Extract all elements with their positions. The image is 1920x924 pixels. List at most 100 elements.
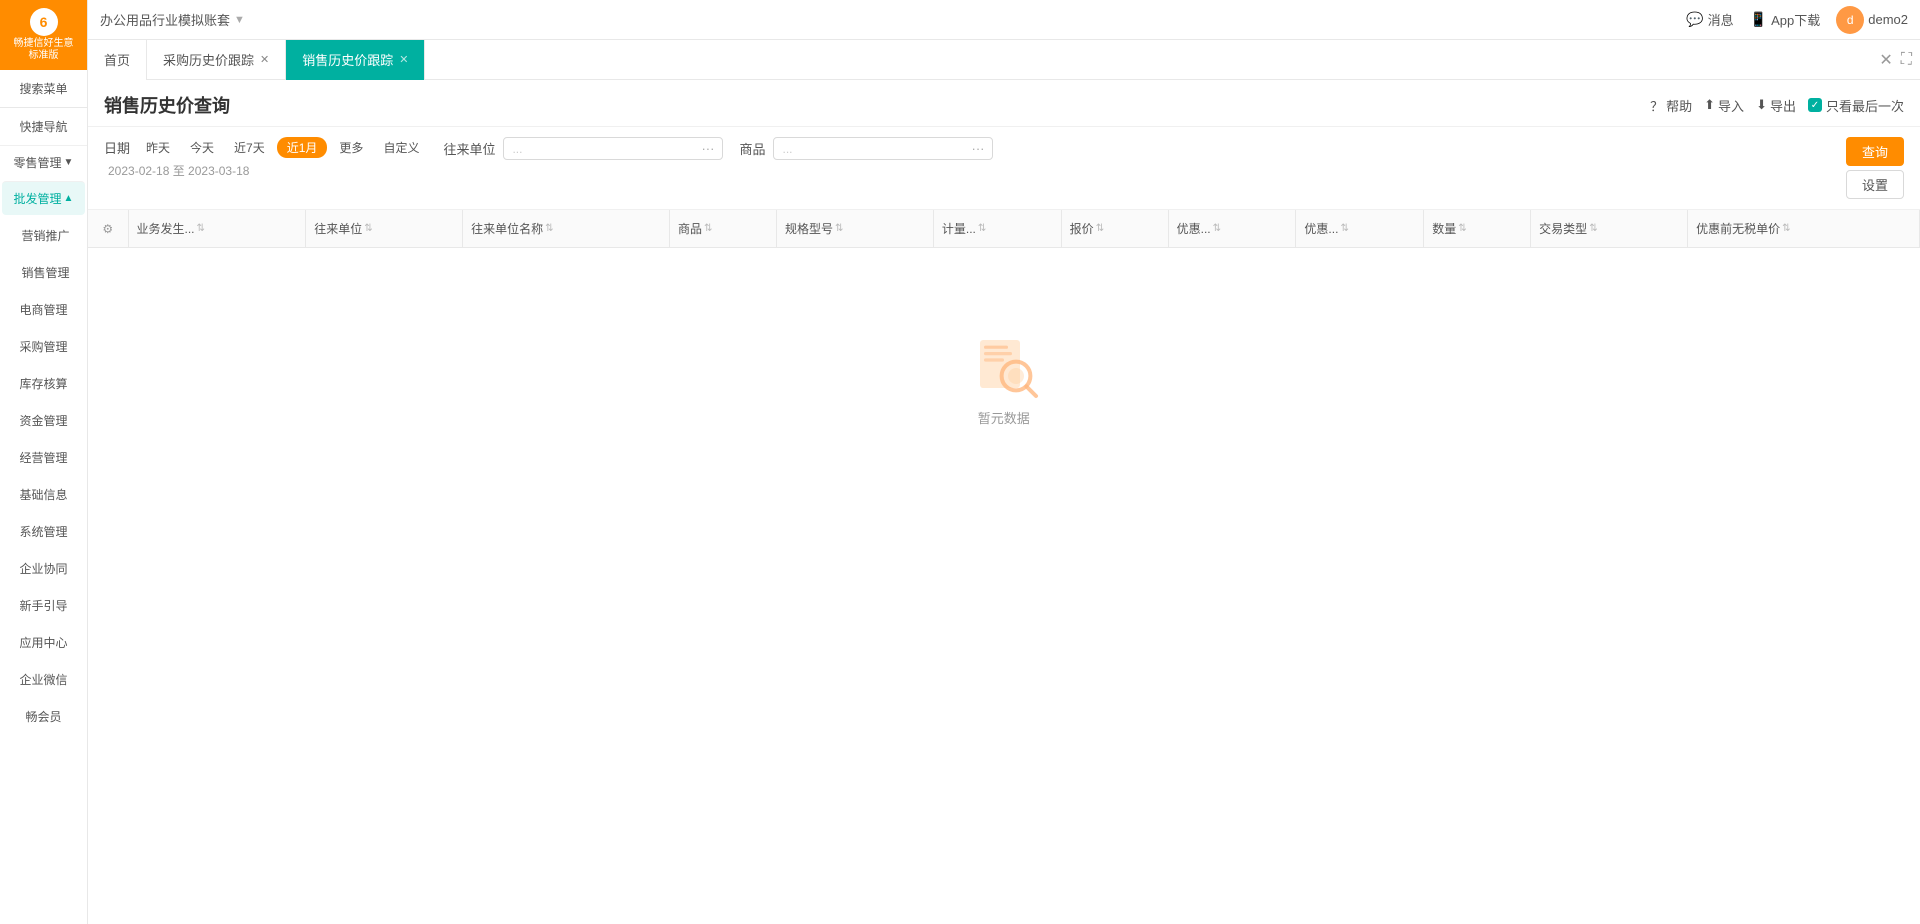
close-icon[interactable]: ✕	[260, 53, 269, 66]
tab-home[interactable]: 首页	[88, 40, 147, 80]
user-menu[interactable]: d demo2	[1836, 6, 1908, 34]
sidebar-item-label: 库存核算	[4, 375, 83, 392]
export-label: 导出	[1770, 96, 1796, 115]
app-logo[interactable]: 6 畅捷信好生意 标准版	[0, 0, 87, 70]
th-pre-tax-price-label: 优惠前无税单价	[1696, 220, 1780, 237]
product-placeholder: ...	[782, 142, 792, 156]
th-spec-label: 规格型号	[785, 220, 833, 237]
sidebar-item-purchase-mgmt[interactable]: 采购管理	[0, 328, 87, 365]
sidebar-item-system-mgmt[interactable]: 系统管理	[0, 513, 87, 550]
table-container: ⚙ 业务发生... ⇅ 往来单位	[88, 210, 1920, 507]
th-partner-name-label: 往来单位名称	[471, 220, 543, 237]
sort-icon: ⇅	[1458, 223, 1466, 234]
search-button[interactable]: 查询	[1846, 137, 1904, 166]
sidebar-item-quick-nav[interactable]: 快捷导航	[0, 108, 87, 145]
th-discount1[interactable]: 优惠... ⇅	[1168, 210, 1296, 248]
sidebar-item-enterprise-collab[interactable]: 企业协同	[0, 550, 87, 587]
date-btn-1month[interactable]: 近1月	[277, 137, 328, 158]
sidebar-item-basic-info[interactable]: 基础信息	[0, 476, 87, 513]
sidebar-item-label: 基础信息	[4, 486, 83, 503]
sidebar-item-finance-mgmt[interactable]: 资金管理	[0, 402, 87, 439]
sort-icon: ⇅	[1782, 223, 1790, 234]
avatar: d	[1836, 6, 1864, 34]
sidebar-item-label: 资金管理	[4, 412, 83, 429]
th-pre-tax-price[interactable]: 优惠前无税单价 ⇅	[1688, 210, 1920, 248]
sidebar-item-operations-mgmt[interactable]: 经营管理	[0, 439, 87, 476]
sidebar-item-new-guide[interactable]: 新手引导	[0, 587, 87, 624]
th-spec[interactable]: 规格型号 ⇅	[776, 210, 933, 248]
topbar-left: 办公用品行业模拟账套 ▼	[100, 10, 245, 29]
th-product-label: 商品	[678, 220, 702, 237]
page-header: 销售历史价查询 ？ 帮助 ⬆ 导入 ⬇ 导出	[88, 80, 1920, 127]
help-label: 帮助	[1666, 96, 1692, 115]
company-dropdown[interactable]: 办公用品行业模拟账套 ▼	[100, 10, 245, 29]
app-download-button[interactable]: 📱 App下载	[1750, 10, 1821, 29]
sidebar-item-vip-member[interactable]: 畅会员	[0, 698, 87, 735]
sidebar-item-label: 企业微信	[4, 671, 83, 688]
date-btn-more[interactable]: 更多	[331, 137, 371, 158]
close-icon[interactable]: ✕	[399, 53, 408, 66]
app-name: 畅捷信好生意	[14, 38, 74, 50]
tab-purchase-history[interactable]: 采购历史价跟踪 ✕	[147, 40, 286, 80]
sort-icon: ⇅	[364, 223, 372, 234]
close-tab-button[interactable]: ✕	[1879, 50, 1892, 70]
settings-button[interactable]: 设置	[1846, 170, 1904, 199]
only-last-checkbox[interactable]: 只看最后一次	[1808, 96, 1904, 115]
th-partner-code[interactable]: 往来单位 ⇅	[306, 210, 463, 248]
sidebar-item-sales-mgmt[interactable]: 销售管理	[0, 254, 87, 291]
date-btn-yesterday[interactable]: 昨天	[138, 137, 178, 158]
table-header-row: ⚙ 业务发生... ⇅ 往来单位	[88, 210, 1920, 248]
sidebar-item-label: 采购管理	[4, 338, 83, 355]
fullscreen-button[interactable]: ⛶	[1901, 51, 1912, 69]
page-title: 销售历史价查询	[104, 92, 230, 118]
product-input[interactable]: ... ···	[773, 137, 993, 160]
sidebar-item-enterprise-wechat[interactable]: 企业微信	[0, 661, 87, 698]
date-btn-today[interactable]: 今天	[182, 137, 222, 158]
tab-home-label: 首页	[104, 50, 130, 69]
sidebar-item-retail-mgmt[interactable]: 零售管理 ▼	[0, 145, 87, 179]
date-btn-custom[interactable]: 自定义	[375, 137, 427, 158]
th-unit[interactable]: 计量... ⇅	[933, 210, 1061, 248]
sidebar-item-inventory[interactable]: 库存核算	[0, 365, 87, 402]
help-button[interactable]: ？ 帮助	[1650, 96, 1692, 115]
gear-icon[interactable]: ⚙	[102, 222, 113, 236]
topbar: 办公用品行业模拟账套 ▼ 💬 消息 📱 App下载 d demo2	[88, 0, 1920, 40]
message-button[interactable]: 💬 消息	[1686, 10, 1733, 29]
table-body: 暂元数据	[88, 248, 1920, 508]
date-buttons: 昨天 今天 近7天 近1月 更多 自定义	[138, 137, 427, 158]
th-settings[interactable]: ⚙	[88, 210, 128, 248]
sidebar-item-app-center[interactable]: 应用中心	[0, 624, 87, 661]
th-discount1-label: 优惠...	[1177, 220, 1211, 237]
th-trade-type[interactable]: 交易类型 ⇅	[1531, 210, 1688, 248]
th-quote[interactable]: 报价 ⇅	[1061, 210, 1168, 248]
th-partner-code-label: 往来单位	[314, 220, 362, 237]
sidebar-item-ecommerce-mgmt[interactable]: 电商管理	[0, 291, 87, 328]
partner-filter-label: 往来单位	[443, 139, 495, 158]
sidebar-item-marketing[interactable]: 营销推广	[0, 217, 87, 254]
th-biz-date[interactable]: 业务发生... ⇅	[128, 210, 306, 248]
th-discount2[interactable]: 优惠... ⇅	[1296, 210, 1424, 248]
import-button[interactable]: ⬆ 导入	[1704, 96, 1744, 115]
sidebar-item-wholesale-mgmt[interactable]: 批发管理 ▲	[2, 181, 85, 215]
empty-text: 暂元数据	[978, 408, 1030, 427]
partner-placeholder: ...	[512, 142, 522, 156]
import-icon: ⬆	[1704, 97, 1715, 113]
main-area: 办公用品行业模拟账套 ▼ 💬 消息 📱 App下载 d demo2 首页 采购历…	[88, 0, 1920, 924]
th-partner-name[interactable]: 往来单位名称 ⇅	[463, 210, 670, 248]
th-product[interactable]: 商品 ⇅	[670, 210, 777, 248]
th-quote-label: 报价	[1070, 220, 1094, 237]
partner-input[interactable]: ... ···	[503, 137, 723, 160]
th-discount2-label: 优惠...	[1304, 220, 1338, 237]
sidebar-item-label: 应用中心	[4, 634, 83, 651]
date-btn-7days[interactable]: 近7天	[226, 137, 273, 158]
help-icon: ？	[1650, 96, 1663, 115]
tab-sales-history[interactable]: 销售历史价跟踪 ✕	[286, 40, 425, 80]
th-unit-label: 计量...	[942, 220, 976, 237]
th-quantity[interactable]: 数量 ⇅	[1424, 210, 1531, 248]
sidebar: 6 畅捷信好生意 标准版 搜索菜单 快捷导航 零售管理 ▼ 批发管理 ▲ 营销推…	[0, 0, 88, 924]
sort-icon: ⇅	[704, 223, 712, 234]
export-button[interactable]: ⬇ 导出	[1756, 96, 1796, 115]
company-name: 办公用品行业模拟账套	[100, 10, 230, 29]
app-subtitle: 标准版	[29, 50, 59, 62]
sidebar-item-search-menu[interactable]: 搜索菜单	[0, 70, 87, 108]
